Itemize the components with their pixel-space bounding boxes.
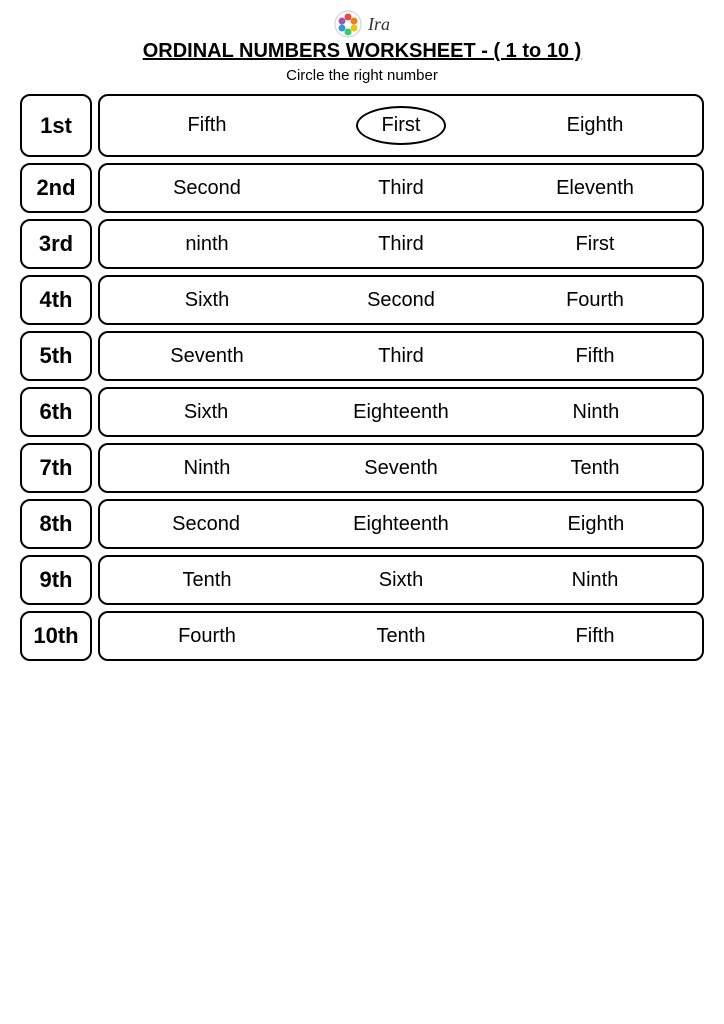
worksheet-row: 10th Fourth Tenth Fifth xyxy=(20,611,704,661)
option-text[interactable]: Third xyxy=(356,233,446,256)
worksheet-row: 1st Fifth First Eighth xyxy=(20,94,704,157)
option-text[interactable]: Third xyxy=(356,345,446,368)
option-text[interactable]: Eighteenth xyxy=(353,401,449,424)
option-text[interactable]: Tenth xyxy=(356,625,446,648)
ordinal-label: 8th xyxy=(20,499,92,549)
ordinal-label: 6th xyxy=(20,387,92,437)
ordinal-label: 2nd xyxy=(20,163,92,213)
ordinal-label: 10th xyxy=(20,611,92,661)
logo-icon xyxy=(334,10,362,38)
option-text[interactable]: Fifth xyxy=(162,114,252,137)
option-text[interactable]: Sixth xyxy=(162,289,252,312)
option-text[interactable]: Seventh xyxy=(356,457,446,480)
option-text[interactable]: Second xyxy=(356,289,446,312)
option-text[interactable]: First xyxy=(550,233,640,256)
option-text[interactable]: Fourth xyxy=(162,625,252,648)
options-box: Seventh Third Fifth xyxy=(98,331,704,381)
option-text[interactable]: Eighteenth xyxy=(353,513,449,536)
logo-text: Ira xyxy=(368,14,390,35)
option-text[interactable]: Seventh xyxy=(162,345,252,368)
options-box: Sixth Eighteenth Ninth xyxy=(98,387,704,437)
page-title: ORDINAL NUMBERS WORKSHEET - ( 1 to 10 ) xyxy=(143,40,582,63)
ordinal-label: 9th xyxy=(20,555,92,605)
worksheet-row: 7th Ninth Seventh Tenth xyxy=(20,443,704,493)
option-text[interactable]: Fourth xyxy=(550,289,640,312)
option-text[interactable]: Third xyxy=(356,177,446,200)
option-text[interactable]: Second xyxy=(161,513,251,536)
options-box: Tenth Sixth Ninth xyxy=(98,555,704,605)
option-text[interactable]: Fifth xyxy=(550,345,640,368)
option-text[interactable]: ninth xyxy=(162,233,252,256)
worksheet-row: 4th Sixth Second Fourth xyxy=(20,275,704,325)
page-subtitle: Circle the right number xyxy=(286,67,438,84)
option-text[interactable]: Sixth xyxy=(161,401,251,424)
options-box: ninth Third First xyxy=(98,219,704,269)
option-text[interactable]: Ninth xyxy=(162,457,252,480)
option-text[interactable]: Tenth xyxy=(162,569,252,592)
option-text[interactable]: Sixth xyxy=(356,569,446,592)
options-box: Second Eighteenth Eighth xyxy=(98,499,704,549)
options-box: Sixth Second Fourth xyxy=(98,275,704,325)
options-box: Fifth First Eighth xyxy=(98,94,704,157)
option-text[interactable]: Ninth xyxy=(551,401,641,424)
option-text[interactable]: Eleventh xyxy=(550,177,640,200)
logo-area: Ira xyxy=(334,10,390,38)
option-text[interactable]: First xyxy=(356,106,446,145)
options-box: Ninth Seventh Tenth xyxy=(98,443,704,493)
worksheet-row: 9th Tenth Sixth Ninth xyxy=(20,555,704,605)
worksheet-row: 3rd ninth Third First xyxy=(20,219,704,269)
ordinal-label: 1st xyxy=(20,94,92,157)
worksheet: 1st Fifth First Eighth 2nd Second Third Elevent… xyxy=(20,94,704,661)
ordinal-label: 3rd xyxy=(20,219,92,269)
options-box: Second Third Eleventh xyxy=(98,163,704,213)
option-text[interactable]: Eighth xyxy=(550,114,640,137)
worksheet-row: 5th Seventh Third Fifth xyxy=(20,331,704,381)
option-text[interactable]: Eighth xyxy=(551,513,641,536)
option-text[interactable]: Second xyxy=(162,177,252,200)
ordinal-label: 7th xyxy=(20,443,92,493)
ordinal-label: 5th xyxy=(20,331,92,381)
option-text[interactable]: Fifth xyxy=(550,625,640,648)
worksheet-row: 8th Second Eighteenth Eighth xyxy=(20,499,704,549)
worksheet-row: 2nd Second Third Eleventh xyxy=(20,163,704,213)
ordinal-label: 4th xyxy=(20,275,92,325)
option-text[interactable]: Ninth xyxy=(550,569,640,592)
worksheet-row: 6th Sixth Eighteenth Ninth xyxy=(20,387,704,437)
option-text[interactable]: Tenth xyxy=(550,457,640,480)
options-box: Fourth Tenth Fifth xyxy=(98,611,704,661)
